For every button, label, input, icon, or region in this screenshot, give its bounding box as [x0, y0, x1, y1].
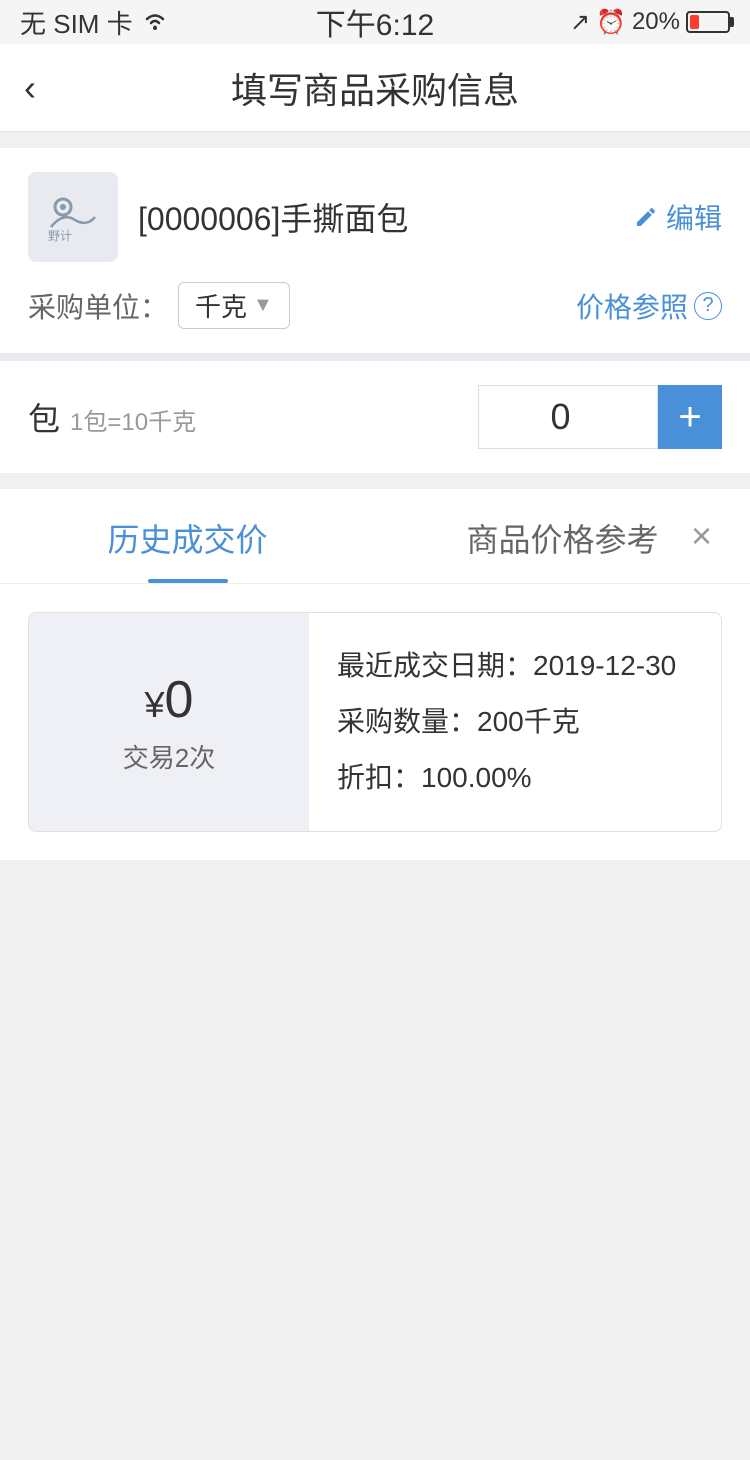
unit-value: 千克: [195, 287, 247, 324]
page-title: 填写商品采购信息: [231, 62, 519, 114]
main-content: [0, 860, 750, 1460]
wifi-icon: [141, 7, 169, 38]
tab-history-price[interactable]: 历史成交价: [0, 489, 375, 583]
quantity-plus-button[interactable]: +: [658, 385, 722, 449]
battery-percent: 20%: [632, 8, 680, 36]
history-card: ¥0 交易2次 最近成交日期：2019-12-30 采购数量：200千克 折扣：…: [28, 612, 722, 832]
discount-value: 100.00%: [421, 762, 532, 793]
currency-symbol: ¥: [145, 684, 165, 725]
quantity-conversion: 1包=10千克: [70, 402, 196, 437]
recent-date-value: 2019-12-30: [533, 650, 676, 681]
status-right: ↗ ⏰ 20%: [570, 8, 730, 37]
purchase-qty-row: 采购数量：200千克: [337, 701, 693, 743]
tabs-section: 历史成交价 商品价格参考 × ¥0 交易2次 最近成交日期：2019-12-30…: [0, 489, 750, 860]
history-price: ¥0: [145, 670, 194, 730]
recent-date-row: 最近成交日期：2019-12-30: [337, 645, 693, 687]
unit-select[interactable]: 千克 ▼: [178, 282, 290, 329]
history-card-left: ¥0 交易2次: [29, 613, 309, 831]
nav-bar: ‹ 填写商品采购信息: [0, 44, 750, 132]
trade-count: 交易2次: [123, 738, 215, 775]
price-ref-label: 价格参照: [576, 286, 688, 326]
purchase-qty-value: 200千克: [477, 706, 580, 737]
product-name: [0000006]手撕面包: [138, 194, 408, 240]
price-value: 0: [165, 671, 194, 729]
price-ref-button[interactable]: 价格参照 ?: [576, 286, 722, 326]
recent-date-label: 最近成交日期：: [337, 650, 533, 681]
discount-label: 折扣：: [337, 762, 421, 793]
status-time: 下午6:12: [316, 0, 434, 44]
quantity-row: 包 1包=10千克 +: [0, 361, 750, 473]
purchase-qty-label: 采购数量：: [337, 706, 477, 737]
info-icon: ?: [694, 292, 722, 320]
product-info: 野计 [0000006]手撕面包: [28, 172, 408, 262]
svg-text:野计: 野计: [48, 229, 72, 242]
product-header: 野计 [0000006]手撕面包 编辑: [28, 172, 722, 262]
tabs-header: 历史成交价 商品价格参考 ×: [0, 489, 750, 584]
discount-row: 折扣：100.00%: [337, 757, 693, 799]
battery-icon: [686, 11, 730, 33]
location-icon: ↗: [570, 8, 590, 37]
quantity-input[interactable]: [478, 385, 658, 449]
status-bar: 无 SIM 卡 下午6:12 ↗ ⏰ 20%: [0, 0, 750, 44]
alarm-icon: ⏰: [596, 8, 626, 37]
quantity-unit: 包: [28, 394, 60, 440]
product-card: 野计 [0000006]手撕面包 编辑 采购单位： 千克 ▼ 价格参照 ?: [0, 148, 750, 353]
sim-status: 无 SIM 卡: [20, 4, 133, 41]
status-left: 无 SIM 卡: [20, 4, 169, 41]
history-content: ¥0 交易2次 最近成交日期：2019-12-30 采购数量：200千克 折扣：…: [0, 584, 750, 860]
product-image: 野计: [28, 172, 118, 262]
quantity-label-group: 包 1包=10千克: [28, 394, 196, 440]
history-card-right: 最近成交日期：2019-12-30 采购数量：200千克 折扣：100.00%: [309, 613, 721, 831]
chevron-down-icon: ▼: [253, 294, 273, 317]
product-unit-row: 采购单位： 千克 ▼ 价格参照 ?: [28, 282, 722, 329]
unit-label: 采购单位：: [28, 286, 168, 326]
quantity-input-group: +: [478, 385, 722, 449]
edit-button[interactable]: 编辑: [634, 197, 722, 237]
tab-close-button[interactable]: ×: [681, 505, 722, 567]
separator-1: [0, 353, 750, 361]
back-button[interactable]: ‹: [24, 67, 36, 109]
